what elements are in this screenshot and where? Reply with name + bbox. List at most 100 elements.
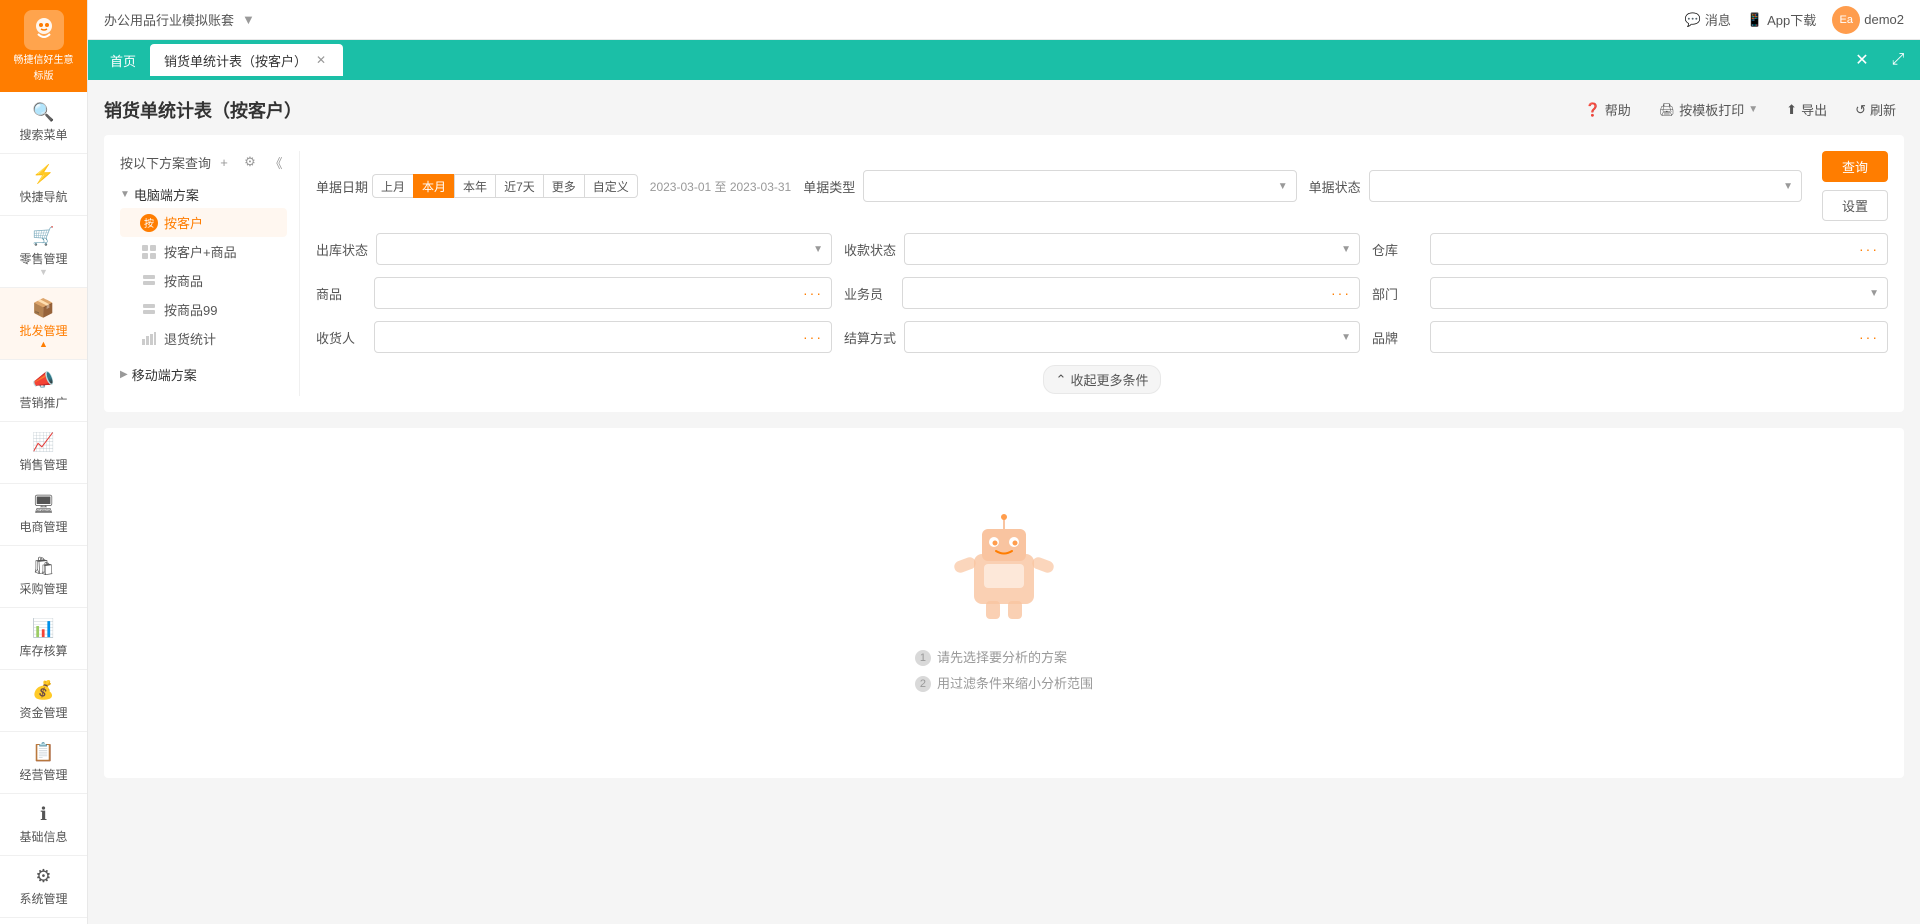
search-icon: 🔍 [32, 102, 54, 123]
scheme-settings-icon: ⚙ [244, 154, 256, 170]
tab-home[interactable]: 首页 [96, 44, 150, 76]
sidebar-label-retail: 零售管理 [19, 250, 67, 267]
scheme-item-customer-goods[interactable]: 按客户+商品 [120, 237, 287, 266]
user-avatar: Ea [1832, 6, 1860, 34]
refresh-btn[interactable]: ↺ 刷新 [1847, 96, 1904, 123]
sidebar-item-purchase[interactable]: 🛍 采购管理 [0, 546, 87, 608]
bill-type-arrow-icon: ▼ [1278, 181, 1288, 192]
receiver-field[interactable]: ··· [374, 321, 832, 353]
tab-bar: 首页 销货单统计表（按客户） ✕ ✕ ⤢ [88, 40, 1920, 80]
settings-button[interactable]: 设置 [1822, 190, 1888, 221]
sidebar-label-quicknav: 快捷导航 [19, 188, 67, 205]
scheme-panel: 按以下方案查询 + ⚙ 《 [120, 151, 300, 396]
page-title-bar: 销货单统计表（按客户） ❓ 帮助 🖨 按模板打印 ▼ ⬆ 导出 ↺ 刷新 [104, 96, 1904, 123]
brand-field[interactable]: ··· [1430, 321, 1888, 353]
period-this-year[interactable]: 本年 [454, 174, 495, 198]
bill-type-group: 单据类型 ▼ [803, 170, 1296, 202]
brand-dots: ··· [1859, 329, 1879, 345]
receipt-status-label: 收款状态 [844, 240, 896, 259]
sidebar-item-basic[interactable]: ℹ 基础信息 [0, 794, 87, 856]
receiver-label: 收货人 [316, 328, 366, 347]
top-header: 办公用品行业模拟账套 ▼ 💬 消息 📱 App下载 Ea demo2 [88, 0, 1920, 40]
sidebar-item-inventory[interactable]: 📊 库存核算 [0, 608, 87, 670]
customer-goods-icon [140, 243, 158, 261]
hint-num-2: 2 [915, 676, 931, 692]
date-label: 单据日期 [316, 177, 368, 196]
receiver-group: 收货人 ··· [316, 321, 832, 353]
scheme-add-btn[interactable]: + [213, 151, 235, 173]
header-left: 办公用品行业模拟账套 ▼ [104, 10, 255, 29]
salesman-field[interactable]: ··· [902, 277, 1360, 309]
receipt-status-arrow-icon: ▼ [1341, 244, 1351, 255]
scheme-item-goods99[interactable]: 按商品99 [120, 295, 287, 324]
app-download-btn[interactable]: 📱 App下载 [1747, 10, 1816, 29]
template-print-btn[interactable]: 🖨 按模板打印 ▼ [1651, 96, 1766, 123]
breadcrumb-dropdown-icon[interactable]: ▼ [242, 12, 255, 27]
wholesale-icon: 📦 [32, 298, 54, 319]
tab-maximize-btn[interactable]: ⤢ [1884, 46, 1912, 74]
sidebar: 畅捷信好生意 标版 🔍 搜索菜单 ⚡ 快捷导航 🛒 零售管理 ▼ 📦 批发管理 … [0, 0, 88, 924]
sidebar-item-system[interactable]: ⚙ 系统管理 [0, 856, 87, 918]
tab-home-label: 首页 [110, 51, 136, 70]
page-content: 销货单统计表（按客户） ❓ 帮助 🖨 按模板打印 ▼ ⬆ 导出 ↺ 刷新 [88, 80, 1920, 924]
sidebar-item-search[interactable]: 🔍 搜索菜单 [0, 92, 87, 154]
period-this-month[interactable]: 本月 [413, 174, 454, 198]
user-area[interactable]: Ea demo2 [1832, 6, 1904, 34]
out-status-group: 出库状态 ▼ [316, 233, 832, 265]
period-more[interactable]: 更多 [543, 174, 584, 198]
filter-row-3: 商品 ··· 业务员 ··· 部门 [316, 277, 1888, 309]
breadcrumb: 办公用品行业模拟账套 [104, 10, 234, 29]
salesman-dots: ··· [1331, 285, 1351, 301]
sidebar-label-system: 系统管理 [19, 890, 67, 907]
warehouse-group: 仓库 ··· [1372, 233, 1888, 265]
collapse-row: ⌃ 收起更多条件 [316, 365, 1888, 394]
help-btn[interactable]: ❓ 帮助 [1577, 96, 1639, 123]
inventory-icon: 📊 [32, 618, 54, 639]
empty-illustration [944, 509, 1064, 629]
query-button[interactable]: 查询 [1822, 151, 1888, 182]
scheme-settings-btn[interactable]: ⚙ [239, 151, 261, 173]
bill-type-field[interactable]: ▼ [863, 170, 1296, 202]
warehouse-field[interactable]: ··· [1430, 233, 1888, 265]
sidebar-item-collab[interactable]: 🤝 企业协同 [0, 918, 87, 924]
tab-close-icon[interactable]: ✕ [313, 52, 329, 68]
scheme-item-return-stat[interactable]: 退货统计 [120, 324, 287, 353]
filter-right: 单据日期 上月 本月 本年 近7天 更多 自定义 2023-03-01 至 20… [316, 151, 1888, 396]
sidebar-item-ecom[interactable]: 🖥 电商管理 [0, 484, 87, 546]
return-stat-icon [140, 330, 158, 348]
bill-status-field[interactable]: ▼ [1369, 170, 1802, 202]
logo-text: 畅捷信好生意 [14, 54, 74, 67]
sidebar-item-ops[interactable]: 📋 经营管理 [0, 732, 87, 794]
scheme-group-mobile-title[interactable]: ▶ 移动端方案 [120, 361, 287, 388]
collapse-button[interactable]: ⌃ 收起更多条件 [1043, 365, 1162, 394]
sidebar-item-sales[interactable]: 📈 销售管理 [0, 422, 87, 484]
filter-panel: 按以下方案查询 + ⚙ 《 [104, 135, 1904, 412]
sidebar-item-finance[interactable]: 💰 资金管理 [0, 670, 87, 732]
goods-field[interactable]: ··· [374, 277, 832, 309]
sidebar-item-retail[interactable]: 🛒 零售管理 ▼ [0, 216, 87, 288]
export-btn[interactable]: ⬆ 导出 [1778, 96, 1835, 123]
empty-state: 1 请先选择要分析的方案 2 用过滤条件来缩小分析范围 [104, 428, 1904, 778]
sidebar-label-purchase: 采购管理 [19, 580, 67, 597]
sidebar-item-quicknav[interactable]: ⚡ 快捷导航 [0, 154, 87, 216]
customer-dot: 按 [140, 214, 158, 232]
receipt-status-field[interactable]: ▼ [904, 233, 1360, 265]
settlement-field[interactable]: ▼ [904, 321, 1360, 353]
scheme-item-by-goods[interactable]: 按商品 [120, 266, 287, 295]
scheme-item-by-customer[interactable]: 按 按客户 [120, 208, 287, 237]
period-custom[interactable]: 自定义 [584, 174, 638, 198]
out-status-field[interactable]: ▼ [376, 233, 832, 265]
tab-sales-stat[interactable]: 销货单统计表（按客户） ✕ [150, 44, 343, 76]
dept-field[interactable]: ▼ [1430, 277, 1888, 309]
sidebar-item-wholesale[interactable]: 📦 批发管理 ▲ [0, 288, 87, 360]
date-range-display: 2023-03-01 至 2023-03-31 [650, 178, 791, 195]
sidebar-item-marketing[interactable]: 📣 营销推广 [0, 360, 87, 422]
period-last7[interactable]: 近7天 [495, 174, 543, 198]
period-prev-month[interactable]: 上月 [372, 174, 413, 198]
scheme-group-desktop-title[interactable]: ▼ 电脑端方案 [120, 181, 287, 208]
page-title: 销货单统计表（按客户） [104, 97, 302, 123]
message-btn[interactable]: 💬 消息 [1685, 10, 1731, 29]
collapse-up-icon: ⌃ [1056, 372, 1067, 388]
scheme-collapse-btn[interactable]: 《 [265, 151, 287, 173]
tab-close-all-btn[interactable]: ✕ [1848, 46, 1876, 74]
